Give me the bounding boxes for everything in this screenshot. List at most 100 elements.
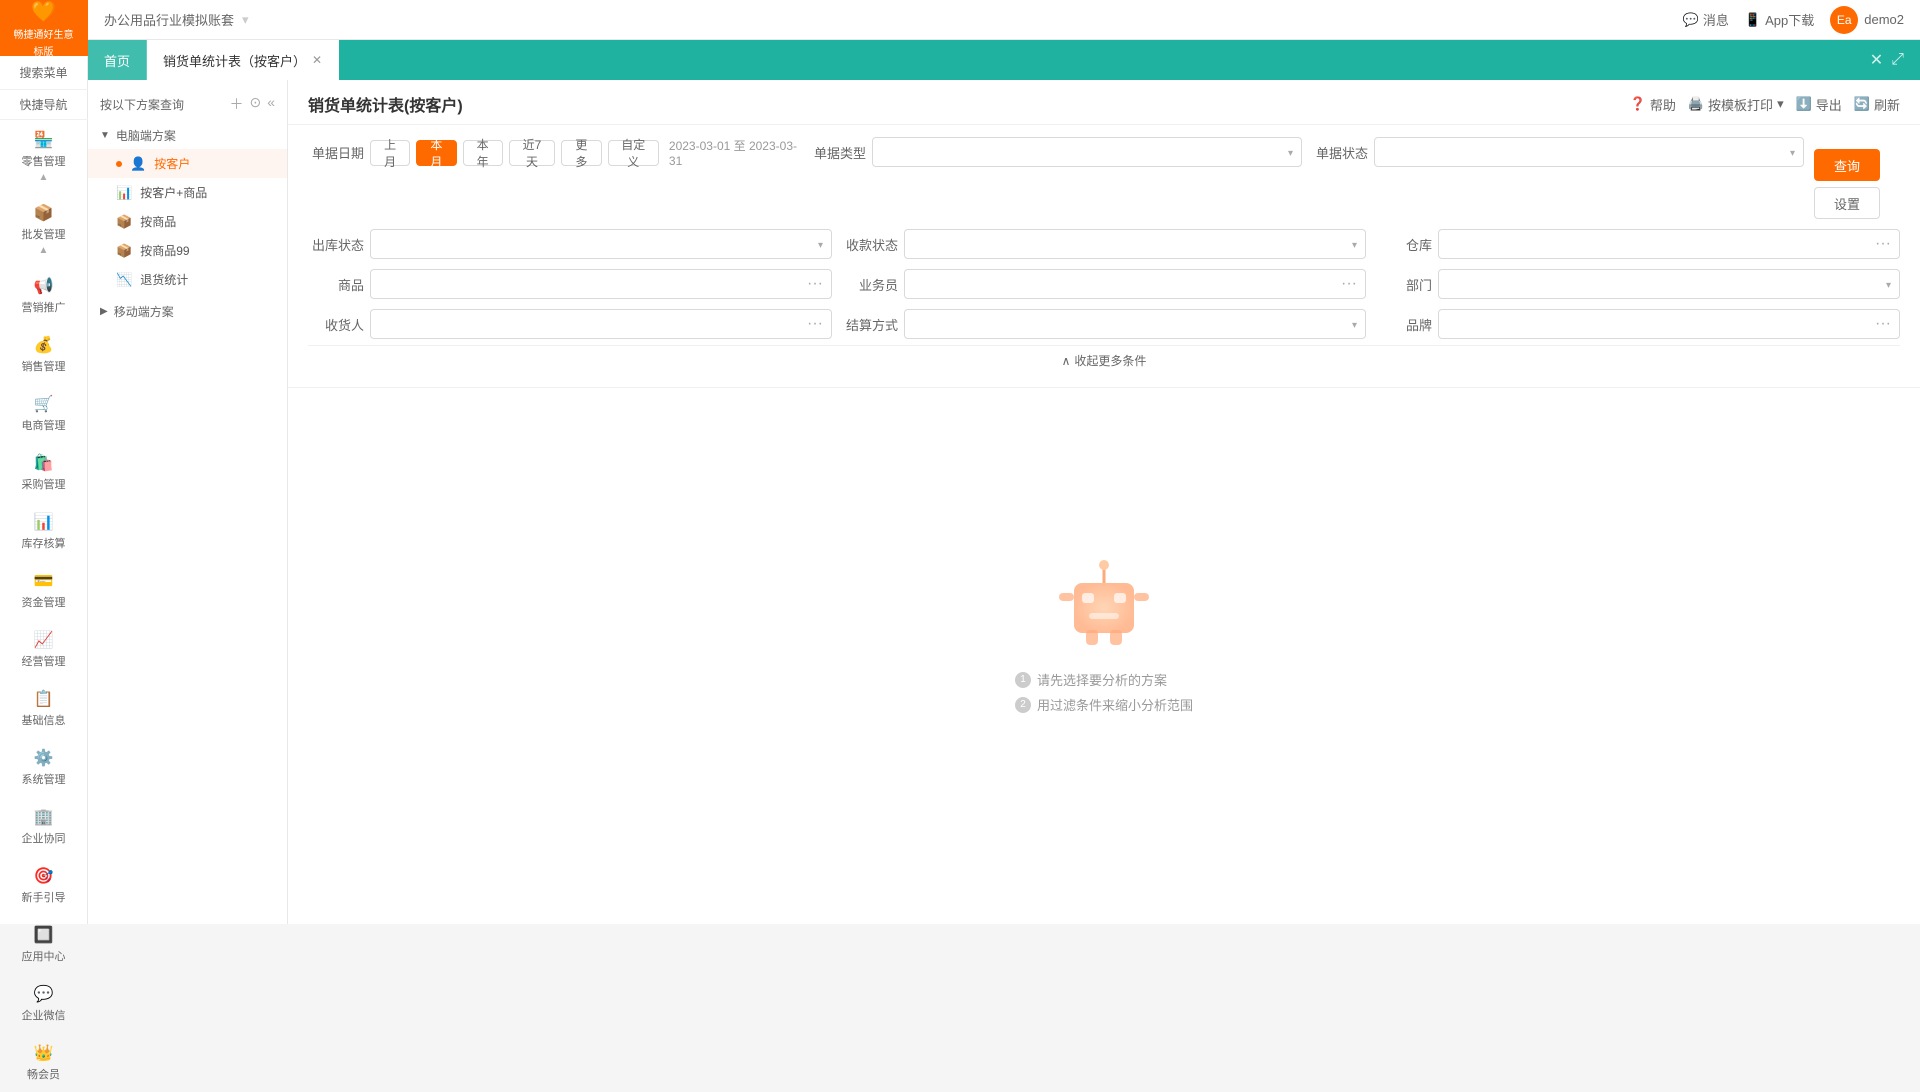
tab-close-window-btn[interactable]: ✕ (1870, 50, 1883, 70)
date-this-month-btn[interactable]: 本月 (416, 140, 456, 166)
sidebar-item-ecommerce[interactable]: 🛒 电商管理 (0, 384, 88, 443)
goods-label: 商品 (308, 275, 364, 294)
add-scheme-btn[interactable]: ＋ (229, 94, 243, 114)
scheme-group-desktop-title[interactable]: ▼ 电脑端方案 (88, 122, 287, 149)
by-goods-label: 按商品 (140, 213, 176, 230)
user-name: demo2 (1864, 12, 1904, 27)
tab-bar: 首页 销货单统计表（按客户） ✕ ✕ ⤢ (88, 40, 1920, 80)
warehouse-label: 仓库 (1376, 235, 1432, 254)
page-title: 销货单统计表(按客户) (308, 92, 463, 116)
settlement-label: 结算方式 (842, 315, 898, 334)
sidebar-item-system[interactable]: ⚙️ 系统管理 (0, 738, 88, 797)
sidebar-item-sales[interactable]: 💰 销售管理 (0, 325, 88, 384)
collapse-scheme-btn[interactable]: « (267, 94, 275, 114)
receipt-status-select[interactable] (904, 229, 1366, 259)
sidebar-item-enterprise[interactable]: 🏢 企业协同 (0, 797, 88, 856)
receiver-select[interactable]: ··· (370, 309, 832, 339)
sidebar-item-marketing[interactable]: 📢 营销推广 (0, 266, 88, 325)
sidebar-item-wholesale[interactable]: 📦 批发管理 ▲ (0, 193, 88, 266)
edit-scheme-btn[interactable]: ⊙ (249, 94, 261, 114)
doc-status-label: 单据状态 (1312, 143, 1368, 162)
refresh-btn[interactable]: 🔄 刷新 (1854, 95, 1900, 114)
header-actions: 💬 消息 📱 App下载 Ea demo2 (1683, 6, 1904, 34)
sidebar-item-purchase[interactable]: 🛍️ 采购管理 (0, 443, 88, 502)
settings-button[interactable]: 设置 (1814, 187, 1880, 219)
goods-dots: ··· (807, 275, 823, 293)
out-status-select[interactable] (370, 229, 832, 259)
goods-select[interactable]: ··· (370, 269, 832, 299)
by-customer-goods-icon: 📊 (116, 185, 132, 201)
tab-maximize-btn[interactable]: ⤢ (1891, 51, 1904, 69)
desktop-group-label: 电脑端方案 (116, 127, 176, 144)
salesman-dots: ··· (1341, 275, 1357, 293)
sidebar-item-retail[interactable]: 🏪 零售管理 ▲ (0, 120, 88, 193)
date-last-7-btn[interactable]: 近7天 (509, 140, 555, 166)
sidebar-item-operation[interactable]: 📈 经营管理 (0, 620, 88, 679)
settlement-chevron (1352, 317, 1357, 331)
app-logo[interactable]: 🧡 畅捷通好生意 标版 (0, 0, 88, 56)
scheme-item-by-customer[interactable]: 👤 按客户 (88, 149, 287, 178)
date-this-year-btn[interactable]: 本年 (463, 140, 503, 166)
scheme-panel-header: 按以下方案查询 ＋ ⊙ « (88, 88, 287, 120)
by-customer-goods-label: 按客户+商品 (140, 184, 207, 201)
scheme-item-by-customer-goods[interactable]: 📊 按客户+商品 (88, 178, 287, 207)
user-menu[interactable]: Ea demo2 (1830, 6, 1904, 34)
scheme-item-by-goods99[interactable]: 📦 按商品99 (88, 236, 287, 265)
logo-icon: 🧡 (31, 0, 56, 24)
newbie-icon: 🎯 (34, 866, 54, 886)
warehouse-select[interactable]: ··· (1438, 229, 1900, 259)
logo-text: 畅捷通好生意 (14, 26, 74, 41)
scheme-group-desktop: ▼ 电脑端方案 👤 按客户 📊 按客户+商品 📦 按商品 📦 (88, 120, 287, 296)
breadcrumb-area: 办公用品行业模拟账套 ▾ (104, 10, 249, 29)
collapse-filter-btn[interactable]: ∧ 收起更多条件 (308, 345, 1900, 375)
salesman-select[interactable]: ··· (904, 269, 1366, 299)
department-chevron (1886, 277, 1891, 291)
print-btn[interactable]: 🖨️ 按模板打印 ▾ (1688, 95, 1784, 114)
filter-area: 单据日期 上月 本月 本年 近7天 更多 自定义 2023-03-01 至 20… (288, 125, 1920, 388)
quick-nav[interactable]: 快捷导航 (0, 90, 88, 120)
export-btn[interactable]: ⬇️ 导出 (1796, 95, 1842, 114)
mobile-group-arrow: ▶ (100, 306, 108, 317)
sidebar-item-wechat[interactable]: 💬 企业微信 (0, 974, 88, 1033)
tab-sales-report[interactable]: 销货单统计表（按客户） ✕ (147, 40, 339, 80)
tab-close-btn[interactable]: ✕ (312, 53, 322, 67)
scheme-item-return-stats[interactable]: 📉 退货统计 (88, 265, 287, 294)
message-btn[interactable]: 💬 消息 (1683, 10, 1729, 29)
sidebar-item-basic[interactable]: 📋 基础信息 (0, 679, 88, 738)
wholesale-icon: 📦 (34, 203, 54, 223)
department-select[interactable] (1438, 269, 1900, 299)
brand-label: 品牌 (1376, 315, 1432, 334)
settlement-select[interactable] (904, 309, 1366, 339)
date-last-month-btn[interactable]: 上月 (370, 140, 410, 166)
search-menu[interactable]: 搜索菜单 (0, 56, 88, 90)
out-status-chevron (818, 237, 823, 251)
sales-icon: 💰 (34, 335, 54, 355)
sidebar-item-newbie[interactable]: 🎯 新手引导 (0, 856, 88, 915)
collapse-arrow: ∧ (1062, 354, 1071, 368)
return-stats-label: 退货统计 (140, 271, 188, 288)
date-custom-btn[interactable]: 自定义 (608, 140, 659, 166)
doc-type-select[interactable] (872, 137, 1302, 167)
sidebar-item-inventory[interactable]: 📊 库存核算 (0, 502, 88, 561)
brand-select[interactable]: ··· (1438, 309, 1900, 339)
top-header: 办公用品行业模拟账套 ▾ 💬 消息 📱 App下载 Ea demo2 (88, 0, 1920, 40)
message-icon: 💬 (1683, 12, 1699, 28)
scheme-group-mobile-title[interactable]: ▶ 移动端方案 (88, 298, 287, 325)
by-goods-icon: 📦 (116, 214, 132, 230)
help-btn[interactable]: ❓ 帮助 (1630, 95, 1676, 114)
action-buttons: 查询 设置 (1814, 137, 1900, 219)
tip-num-1: 1 (1015, 672, 1031, 688)
sidebar-item-finance[interactable]: 💳 资金管理 (0, 561, 88, 620)
sidebar-item-member[interactable]: 👑 畅会员 (0, 1033, 88, 1092)
scheme-item-by-goods[interactable]: 📦 按商品 (88, 207, 287, 236)
avatar: Ea (1830, 6, 1858, 34)
system-icon: ⚙️ (34, 748, 54, 768)
receiver-label: 收货人 (308, 315, 364, 334)
tab-home[interactable]: 首页 (88, 40, 147, 80)
scheme-group-mobile: ▶ 移动端方案 (88, 296, 287, 327)
app-download-btn[interactable]: 📱 App下载 (1745, 10, 1814, 29)
date-more-btn[interactable]: 更多 (561, 140, 601, 166)
query-button[interactable]: 查询 (1814, 149, 1880, 181)
doc-status-select[interactable] (1374, 137, 1804, 167)
print-dropdown-arrow: ▾ (1777, 96, 1784, 112)
